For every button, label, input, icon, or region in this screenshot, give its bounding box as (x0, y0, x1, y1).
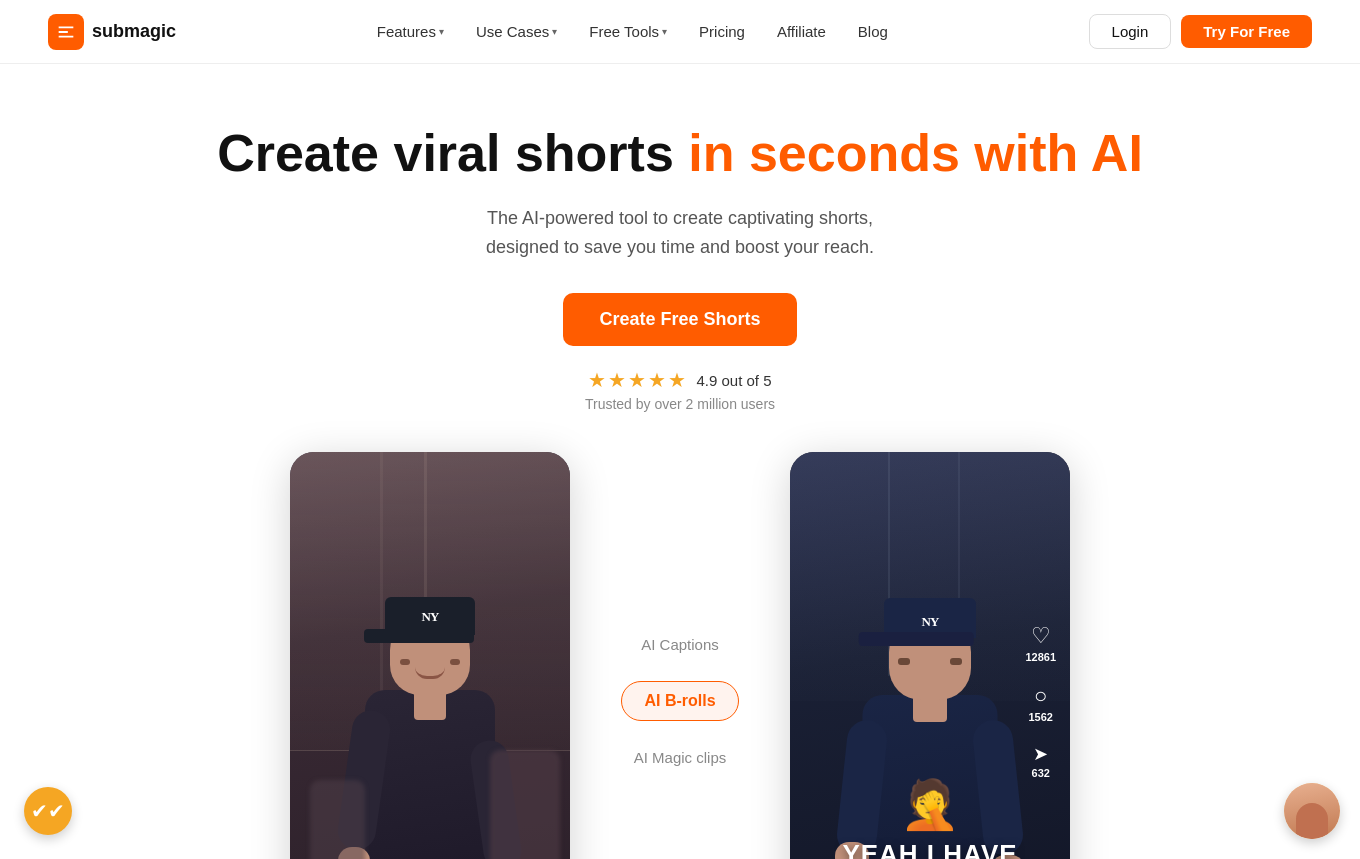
feature-ai-magic-clips[interactable]: AI Magic clips (612, 739, 749, 776)
caption-emoji: 🤦 (790, 777, 1070, 833)
chat-widget-button[interactable]: ✔✔ (24, 787, 72, 835)
support-avatar[interactable] (1284, 783, 1340, 839)
logo-svg (55, 21, 77, 43)
chevron-down-icon: ▾ (662, 26, 667, 37)
rating-trust: Trusted by over 2 million users (24, 396, 1336, 412)
hero-subtitle: The AI-powered tool to create captivatin… (24, 204, 1336, 262)
rating-value: 4.9 out of 5 (696, 372, 771, 389)
create-free-shorts-button[interactable]: Create Free Shorts (563, 293, 796, 346)
nav-actions: Login Try For Free (1089, 14, 1312, 49)
nav-affiliate[interactable]: Affiliate (765, 15, 838, 48)
hero-title: Create viral shorts in seconds with AI (24, 124, 1336, 184)
nav-use-cases[interactable]: Use Cases ▾ (464, 15, 569, 48)
share-icon: ➤ (1033, 743, 1048, 765)
demo-section: NY AI Captions AI B-rolls (130, 452, 1230, 859)
demo-phone-left: NY (290, 452, 570, 859)
feature-ai-brolls[interactable]: AI B-rolls (621, 681, 738, 721)
demo-features: AI Captions AI B-rolls AI Magic clips (570, 626, 790, 776)
heart-icon: ♡ (1031, 623, 1051, 649)
nav-blog[interactable]: Blog (846, 15, 900, 48)
chat-checkmark-icon: ✔✔ (31, 799, 65, 823)
navbar: submagic Features ▾ Use Cases ▾ Free Too… (0, 0, 1360, 64)
nav-free-tools[interactable]: Free Tools ▾ (577, 15, 679, 48)
demo-phone-right: NY 🤦 YEAH I HAVE ♡ 12861 (790, 452, 1070, 859)
caption-text: YEAH I HAVE (842, 839, 1017, 859)
chevron-down-icon: ▾ (439, 26, 444, 37)
left-phone-bg: NY (290, 452, 570, 859)
feature-ai-captions[interactable]: AI Captions (619, 626, 741, 663)
stars-icon: ★★★★★ (588, 368, 688, 392)
try-free-button[interactable]: Try For Free (1181, 15, 1312, 48)
comment-count: ○ 1562 (1028, 683, 1052, 723)
rating-row: ★★★★★ 4.9 out of 5 (24, 368, 1336, 392)
login-button[interactable]: Login (1089, 14, 1172, 49)
share-count: ➤ 632 (1032, 743, 1050, 779)
like-count: ♡ 12861 (1025, 623, 1056, 663)
phone-caption: 🤦 YEAH I HAVE (790, 777, 1070, 859)
right-phone-content: NY 🤦 YEAH I HAVE ♡ 12861 (790, 452, 1070, 859)
chevron-down-icon: ▾ (552, 26, 557, 37)
nav-features[interactable]: Features ▾ (365, 15, 456, 48)
hero-section: Create viral shorts in seconds with AI T… (0, 64, 1360, 452)
logo[interactable]: submagic (48, 14, 176, 50)
social-bar: ♡ 12861 ○ 1562 ➤ 632 (1025, 623, 1056, 779)
logo-text: submagic (92, 21, 176, 42)
comment-icon: ○ (1034, 683, 1047, 709)
logo-icon (48, 14, 84, 50)
nav-links: Features ▾ Use Cases ▾ Free Tools ▾ Pric… (365, 15, 900, 48)
nav-pricing[interactable]: Pricing (687, 15, 757, 48)
